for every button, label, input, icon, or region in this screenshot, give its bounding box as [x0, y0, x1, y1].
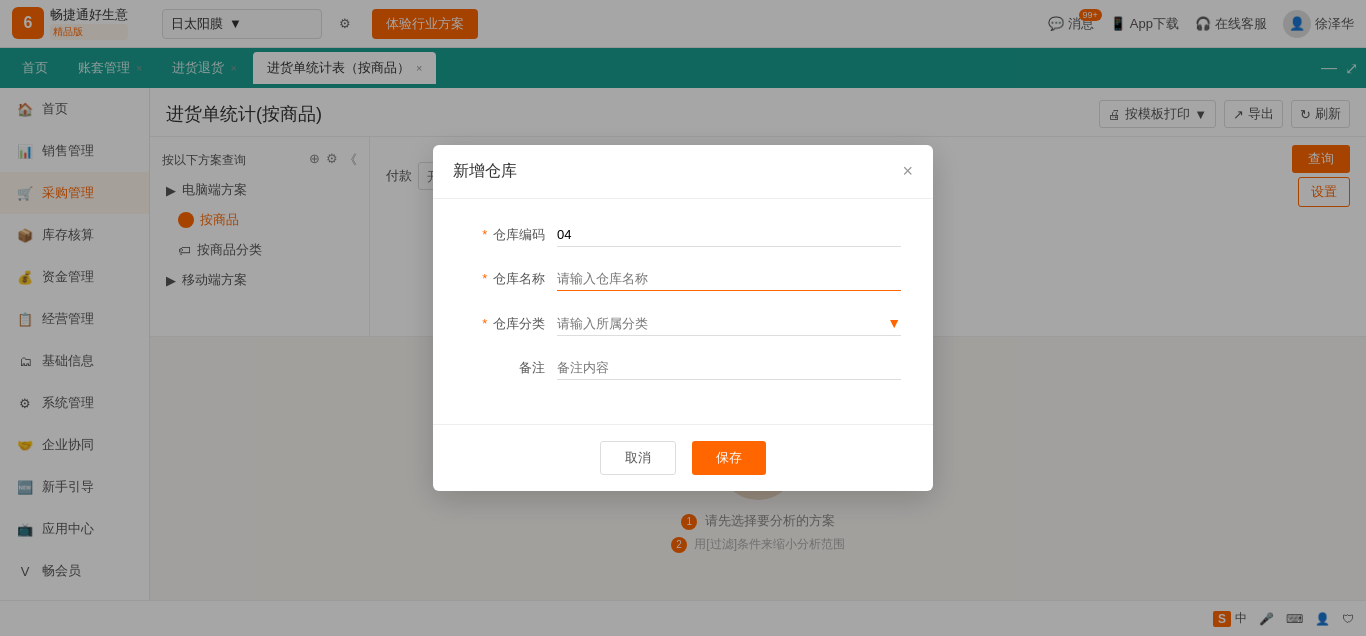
warehouse-class-row: * 仓库分类 ▼ [465, 311, 901, 336]
modal-body: * 仓库编码 * 仓库名称 * 仓库分类 [433, 199, 933, 424]
warehouse-name-label: * 仓库名称 [465, 270, 545, 288]
modal-footer: 取消 保存 [433, 424, 933, 491]
warehouse-class-label: * 仓库分类 [465, 315, 545, 333]
remark-input[interactable] [557, 356, 901, 380]
required-marker-2: * [482, 271, 487, 286]
remark-row: 备注 [465, 356, 901, 380]
warehouse-code-label: * 仓库编码 [465, 226, 545, 244]
warehouse-class-select[interactable]: ▼ [557, 311, 901, 336]
warehouse-class-input[interactable] [557, 316, 887, 331]
warehouse-code-input[interactable] [557, 223, 901, 247]
modal-overlay[interactable]: 新增仓库 × * 仓库编码 * 仓库名称 [0, 0, 1366, 636]
warehouse-modal: 新增仓库 × * 仓库编码 * 仓库名称 [433, 145, 933, 491]
remark-label: 备注 [465, 359, 545, 377]
select-arrow-icon: ▼ [887, 315, 901, 331]
modal-title: 新增仓库 [453, 161, 517, 182]
required-marker: * [482, 227, 487, 242]
save-button[interactable]: 保存 [692, 441, 766, 475]
cancel-button[interactable]: 取消 [600, 441, 676, 475]
warehouse-name-input[interactable] [557, 267, 901, 291]
required-marker-3: * [482, 316, 487, 331]
warehouse-code-row: * 仓库编码 [465, 223, 901, 247]
warehouse-name-row: * 仓库名称 [465, 267, 901, 291]
modal-close-button[interactable]: × [902, 161, 913, 182]
modal-header: 新增仓库 × [433, 145, 933, 199]
